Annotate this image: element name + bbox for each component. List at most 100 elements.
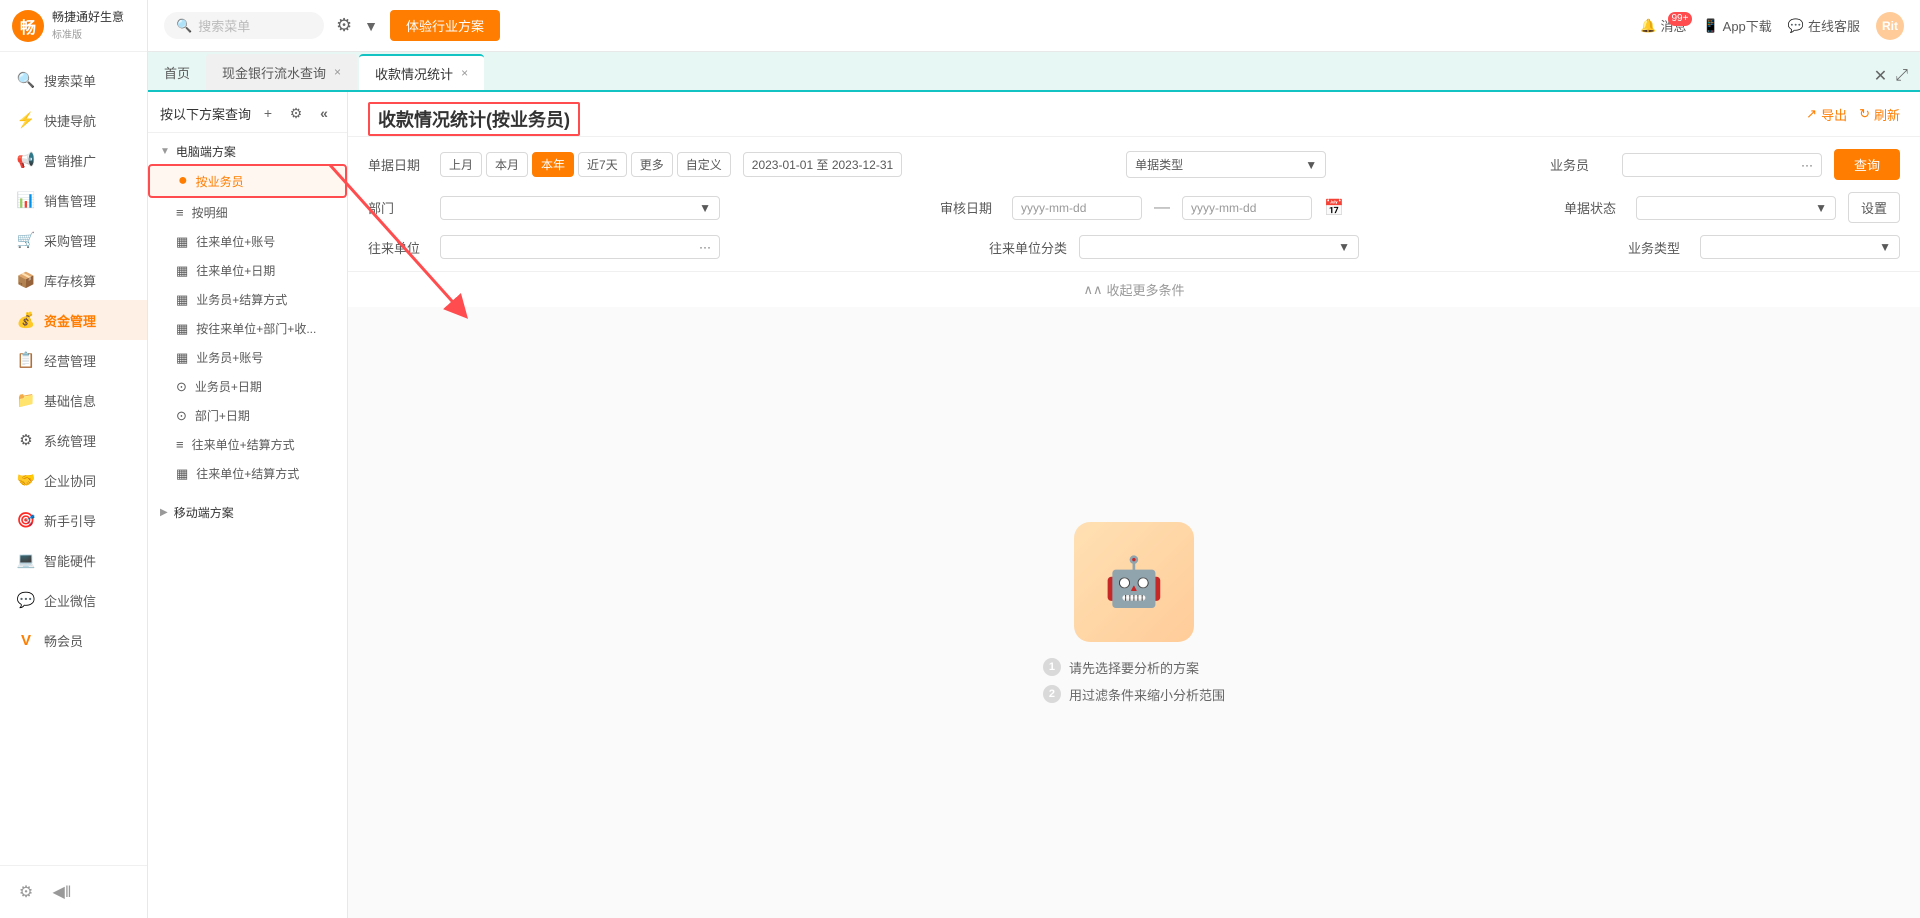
page-title: 收款情况统计(按业务员) bbox=[368, 102, 580, 136]
sidebar-item-guide[interactable]: 🎯 新手引导 bbox=[0, 500, 147, 540]
scheme-item-salesperson-date[interactable]: ⊙ 业务员+日期 bbox=[148, 372, 347, 401]
scheme-item-unit-date[interactable]: ▦ 往来单位+日期 bbox=[148, 256, 347, 285]
date-btn-custom[interactable]: 自定义 bbox=[677, 152, 731, 177]
main-area: 🔍 搜索菜单 ⚙ ▼ 体验行业方案 🔔 消息 99+ 📱 App下载 bbox=[148, 0, 1920, 918]
sidebar-item-guide-label: 新手引导 bbox=[44, 511, 96, 530]
collapse-bar[interactable]: ∧∧ 收起更多条件 bbox=[348, 271, 1920, 307]
dept-dropdown-icon: ▼ bbox=[699, 201, 711, 215]
review-date-to-placeholder: yyyy-mm-dd bbox=[1191, 201, 1256, 215]
scheme-item-unit-settlement2[interactable]: ▦ 往来单位+结算方式 bbox=[148, 459, 347, 488]
scheme-detail-label: 按明细 bbox=[192, 204, 228, 221]
tip-1-text: 请先选择要分析的方案 bbox=[1069, 658, 1199, 677]
scheme-unit-account-icon: ▦ bbox=[176, 234, 188, 250]
sidebar-item-search[interactable]: 🔍 搜索菜单 bbox=[0, 60, 147, 100]
sidebar-item-enterprise[interactable]: 🤝 企业协同 bbox=[0, 460, 147, 500]
sales-icon: 📊 bbox=[16, 190, 36, 210]
scheme-item-unit-settlement1[interactable]: ≡ 往来单位+结算方式 bbox=[148, 430, 347, 459]
sidebar-item-inventory[interactable]: 📦 库存核算 bbox=[0, 260, 147, 300]
sidebar-item-finance[interactable]: 💰 资金管理 bbox=[0, 300, 147, 340]
tab-collection-stats-label: 收款情况统计 bbox=[375, 64, 453, 83]
sidebar-item-member[interactable]: V 畅会员 bbox=[0, 620, 147, 660]
sidebar-item-system[interactable]: ⚙ 系统管理 bbox=[0, 420, 147, 460]
sidebar-item-marketing-label: 营销推广 bbox=[44, 151, 96, 170]
tab-close-all-icon[interactable]: ✕ bbox=[1874, 66, 1887, 86]
panel-add-btn[interactable]: + bbox=[257, 102, 279, 124]
topbar-search-box[interactable]: 🔍 搜索菜单 bbox=[164, 12, 324, 39]
business-type-select[interactable]: ▼ bbox=[1700, 235, 1900, 259]
tab-bank-flow-label: 现金银行流水查询 bbox=[222, 63, 326, 82]
scheme-item-by-detail[interactable]: ≡ 按明细 bbox=[148, 198, 347, 227]
mobile-group-title[interactable]: ▶ 移动端方案 bbox=[148, 500, 347, 525]
scheme-item-unit-dept-collection[interactable]: ▦ 按往来单位+部门+收... bbox=[148, 314, 347, 343]
scheme-unit-date-icon: ▦ bbox=[176, 263, 188, 279]
counterpart-more-icon: ··· bbox=[699, 240, 711, 254]
settings-button[interactable]: 设置 bbox=[1848, 192, 1900, 223]
desktop-group-title[interactable]: ▼ 电脑端方案 bbox=[148, 139, 347, 164]
date-btn-more[interactable]: 更多 bbox=[631, 152, 673, 177]
calendar-icon-from[interactable]: 📅 bbox=[1324, 198, 1344, 218]
user-name: Rit bbox=[1882, 19, 1898, 33]
sidebar-item-basic[interactable]: 📁 基础信息 bbox=[0, 380, 147, 420]
sidebar-item-hardware[interactable]: 💻 智能硬件 bbox=[0, 540, 147, 580]
scheme-item-dept-date[interactable]: ⊙ 部门+日期 bbox=[148, 401, 347, 430]
tab-collection-stats-close[interactable]: × bbox=[461, 66, 468, 80]
export-icon: ↗ bbox=[1806, 106, 1817, 122]
tab-home[interactable]: 首页 bbox=[148, 54, 206, 90]
tab-maximize-icon[interactable]: ⤢ bbox=[1895, 67, 1908, 85]
document-type-select[interactable]: 单据类型 ▼ bbox=[1126, 151, 1326, 178]
topbar-search-icon: 🔍 bbox=[176, 18, 192, 34]
footer-collapse-icon[interactable]: ◀‖ bbox=[48, 878, 76, 906]
tab-collection-stats[interactable]: 收款情况统计 × bbox=[359, 54, 484, 90]
app-download-label: App下载 bbox=[1723, 16, 1772, 35]
counterpart-select[interactable]: ··· bbox=[440, 235, 720, 259]
panel-settings-btn[interactable]: ⚙ bbox=[285, 102, 307, 124]
user-avatar[interactable]: Rit bbox=[1876, 12, 1904, 40]
dept-select[interactable]: ▼ bbox=[440, 196, 720, 220]
query-button[interactable]: 查询 bbox=[1834, 149, 1900, 180]
panel-header-actions: + ⚙ « bbox=[257, 102, 335, 124]
salesperson-select[interactable]: ··· bbox=[1622, 153, 1822, 177]
sidebar-item-marketing[interactable]: 📢 营销推广 bbox=[0, 140, 147, 180]
date-btn-this-month[interactable]: 本月 bbox=[486, 152, 528, 177]
sidebar-item-operation[interactable]: 📋 经营管理 bbox=[0, 340, 147, 380]
scheme-item-unit-account[interactable]: ▦ 往来单位+账号 bbox=[148, 227, 347, 256]
export-btn[interactable]: ↗ 导出 bbox=[1806, 105, 1847, 124]
panel-header-title: 按以下方案查询 bbox=[160, 104, 251, 123]
export-label: 导出 bbox=[1821, 105, 1847, 124]
footer-settings-icon[interactable]: ⚙ bbox=[12, 878, 40, 906]
notification-btn[interactable]: 🔔 消息 99+ bbox=[1640, 16, 1686, 35]
review-date-to[interactable]: yyyy-mm-dd bbox=[1182, 196, 1312, 220]
date-btn-last-month[interactable]: 上月 bbox=[440, 152, 482, 177]
status-select[interactable]: ▼ bbox=[1636, 196, 1836, 220]
counterpart-category-select[interactable]: ▼ bbox=[1079, 235, 1359, 259]
refresh-btn[interactable]: ↻ 刷新 bbox=[1859, 105, 1900, 124]
topbar-dropdown-icon[interactable]: ▼ bbox=[364, 18, 378, 34]
sidebar-item-sales[interactable]: 📊 销售管理 bbox=[0, 180, 147, 220]
scheme-item-salesperson-account[interactable]: ▦ 业务员+账号 bbox=[148, 343, 347, 372]
app-download-btn[interactable]: 📱 App下载 bbox=[1702, 16, 1771, 35]
review-date-from[interactable]: yyyy-mm-dd bbox=[1012, 196, 1142, 220]
scheme-item-salesperson-settlement[interactable]: ▦ 业务员+结算方式 bbox=[148, 285, 347, 314]
sidebar-item-shortcut[interactable]: ⚡ 快捷导航 bbox=[0, 100, 147, 140]
scheme-detail-icon: ≡ bbox=[176, 205, 184, 220]
date-btn-this-year[interactable]: 本年 bbox=[532, 152, 574, 177]
sidebar-item-purchase[interactable]: 🛒 采购管理 bbox=[0, 220, 147, 260]
tab-bank-flow[interactable]: 现金银行流水查询 × bbox=[206, 54, 357, 90]
trial-button[interactable]: 体验行业方案 bbox=[390, 10, 500, 41]
empty-tip-1: 1 请先选择要分析的方案 bbox=[1043, 658, 1225, 677]
tab-bank-flow-close[interactable]: × bbox=[334, 65, 341, 79]
counterpart-category-label: 往来单位分类 bbox=[989, 238, 1067, 257]
status-filter-label: 单据状态 bbox=[1564, 198, 1624, 217]
panel-collapse-btn[interactable]: « bbox=[313, 102, 335, 124]
online-service-btn[interactable]: 💬 在线客服 bbox=[1788, 16, 1860, 35]
sidebar-item-wechat[interactable]: 💬 企业微信 bbox=[0, 580, 147, 620]
date-btn-7days[interactable]: 近7天 bbox=[578, 152, 627, 177]
scheme-item-by-salesperson[interactable]: ● 按业务员 bbox=[148, 164, 347, 198]
topbar-settings-icon[interactable]: ⚙ bbox=[336, 15, 352, 36]
scheme-sp-account-label: 业务员+账号 bbox=[196, 349, 263, 366]
sidebar-item-member-label: 畅会员 bbox=[44, 631, 83, 650]
review-date-from-placeholder: yyyy-mm-dd bbox=[1021, 201, 1086, 215]
review-date-label: 审核日期 bbox=[940, 198, 1000, 217]
scheme-unit-date-label: 往来单位+日期 bbox=[196, 262, 275, 279]
enterprise-icon: 🤝 bbox=[16, 470, 36, 490]
